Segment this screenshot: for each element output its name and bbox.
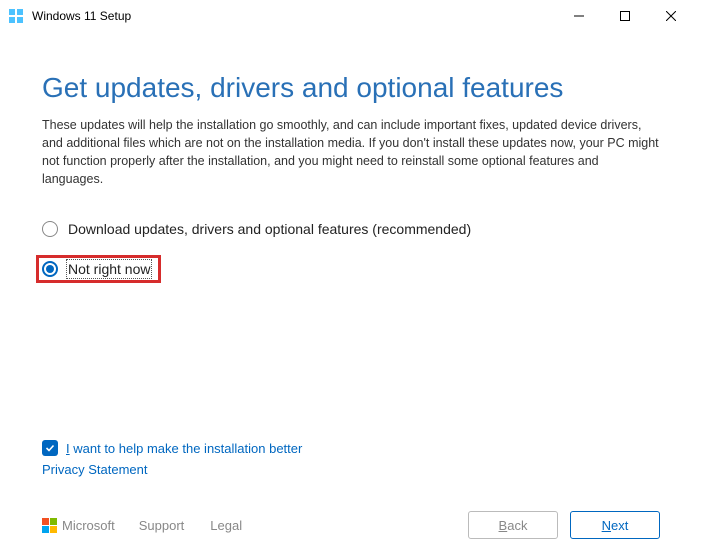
highlight-annotation: Not right now: [36, 255, 161, 283]
radio-label: Download updates, drivers and optional f…: [68, 221, 471, 237]
brand-text: Microsoft: [62, 518, 115, 533]
help-label: I want to help make the installation bet…: [66, 441, 302, 456]
bottom-row: Microsoft Support Legal Back Next: [42, 499, 660, 539]
next-button[interactable]: Next: [570, 511, 660, 539]
checkbox-icon: [42, 440, 58, 456]
footer: I want to help make the installation bet…: [0, 440, 702, 555]
support-link[interactable]: Support: [139, 518, 185, 533]
help-checkbox-row[interactable]: I want to help make the installation bet…: [42, 440, 660, 456]
nav-buttons: Back Next: [468, 511, 660, 539]
maximize-button[interactable]: [602, 0, 648, 32]
radio-icon: [42, 261, 58, 277]
titlebar: Windows 11 Setup: [0, 0, 702, 32]
main-content: Get updates, drivers and optional featur…: [0, 32, 702, 283]
app-icon: [8, 8, 24, 24]
legal-link[interactable]: Legal: [210, 518, 242, 533]
back-button[interactable]: Back: [468, 511, 558, 539]
page-subtext: These updates will help the installation…: [42, 116, 660, 189]
window-controls: [556, 0, 694, 32]
radio-label: Not right now: [68, 261, 150, 277]
window-title: Windows 11 Setup: [32, 9, 131, 23]
page-heading: Get updates, drivers and optional featur…: [42, 72, 660, 104]
microsoft-logo-icon: [42, 518, 57, 533]
radio-group: Download updates, drivers and optional f…: [42, 221, 660, 283]
close-button[interactable]: [648, 0, 694, 32]
radio-download-updates[interactable]: Download updates, drivers and optional f…: [42, 221, 660, 237]
radio-not-right-now[interactable]: Not right now: [42, 261, 150, 277]
minimize-button[interactable]: [556, 0, 602, 32]
privacy-statement-link[interactable]: Privacy Statement: [42, 462, 660, 477]
radio-icon: [42, 221, 58, 237]
